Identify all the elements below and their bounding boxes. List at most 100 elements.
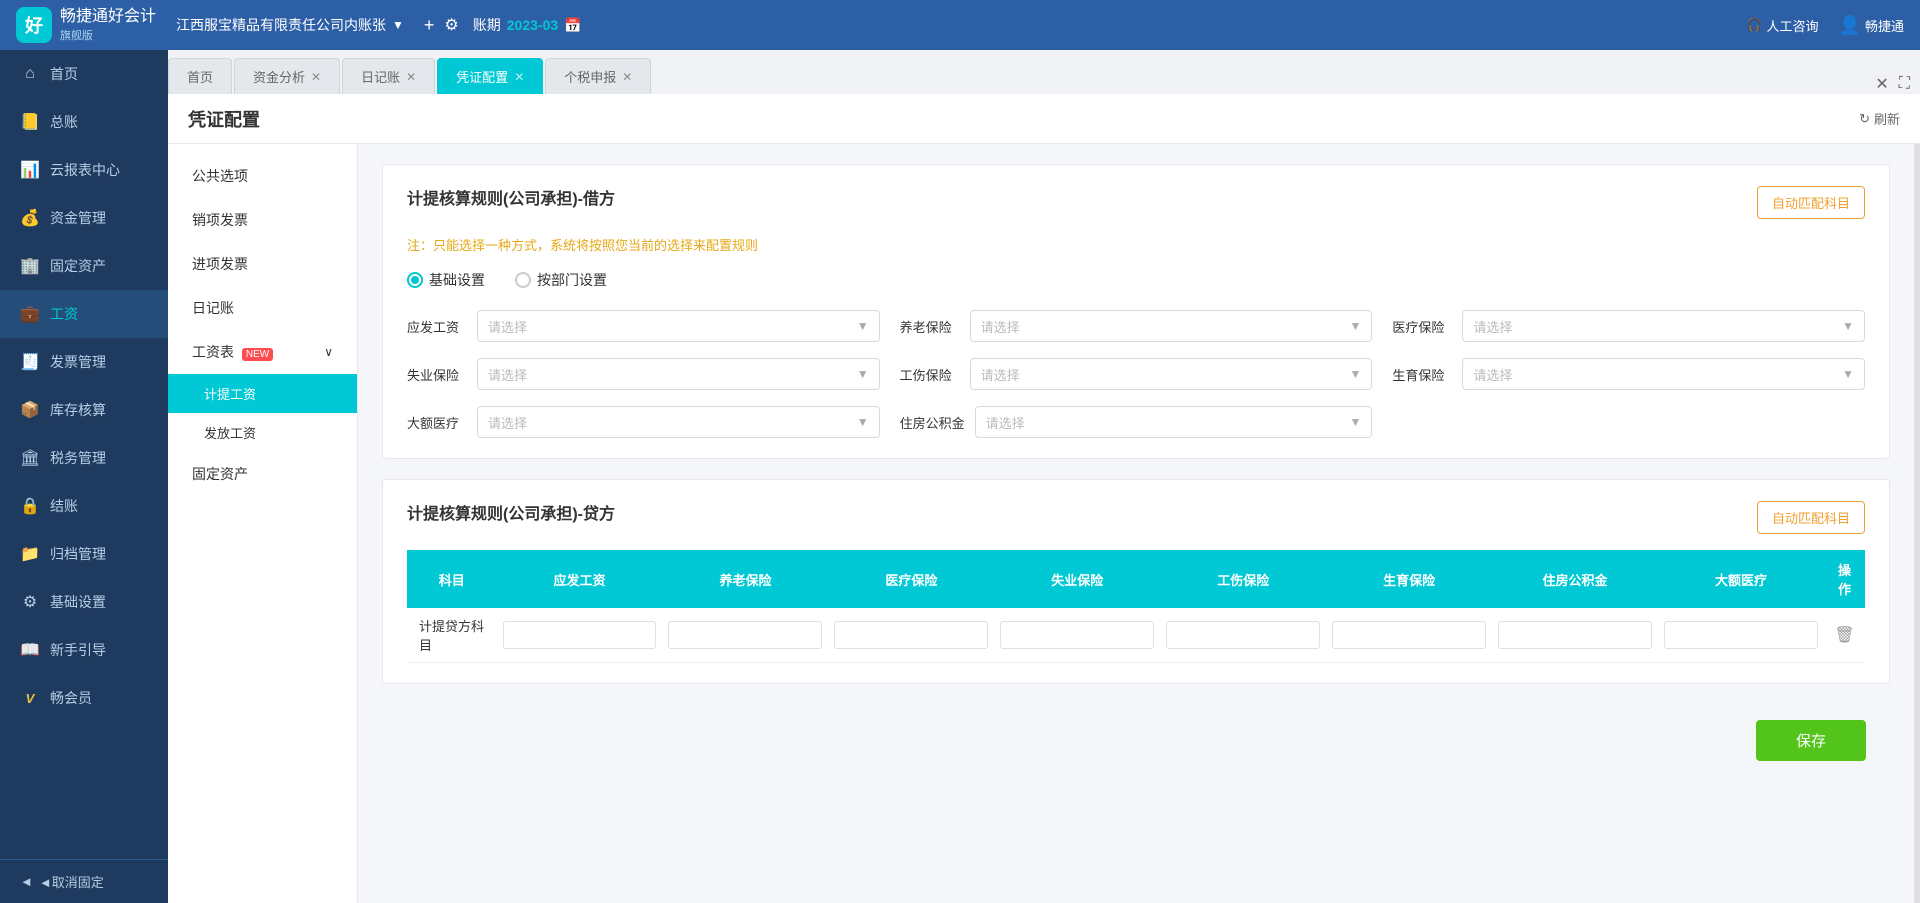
input-pension[interactable]: [668, 621, 822, 649]
scroll-indicator[interactable]: [1914, 144, 1920, 903]
left-menu-sales[interactable]: 销项发票: [168, 198, 357, 242]
input-big-medical[interactable]: [1664, 621, 1818, 649]
sidebar-item-ledger[interactable]: 📒 总账: [0, 98, 168, 146]
sidebar-item-salary[interactable]: 💼 工资: [0, 290, 168, 338]
sidebar-item-fund[interactable]: 💰 资金管理: [0, 194, 168, 242]
page-title: 凭证配置: [188, 106, 260, 132]
cell-unemployment[interactable]: [994, 608, 1160, 663]
sidebar-item-home[interactable]: ⌂ 首页: [0, 50, 168, 98]
cancel-pin-label: ◄取消固定: [39, 872, 104, 891]
tab-tax[interactable]: 个税申报 ✕: [545, 58, 651, 94]
col-big-medical: 大额医疗: [1658, 550, 1824, 608]
select-pension-placeholder: 请选择: [981, 317, 1020, 336]
label-pension: 养老保险: [900, 317, 960, 336]
sidebar-item-fixed-assets[interactable]: 🏢 固定资产: [0, 242, 168, 290]
left-menu-pay-salary[interactable]: 发放工资: [168, 413, 357, 452]
select-medical-arrow: ▼: [1842, 319, 1854, 333]
calendar-icon[interactable]: 📅: [564, 17, 581, 34]
guide-icon: 📖: [20, 640, 40, 660]
sidebar-item-guide[interactable]: 📖 新手引导: [0, 626, 168, 674]
cell-maternity[interactable]: [1326, 608, 1492, 663]
support-button[interactable]: 🎧 人工咨询: [1746, 16, 1818, 35]
cell-injury[interactable]: [1160, 608, 1326, 663]
cell-salary[interactable]: [497, 608, 663, 663]
logo: 好 畅捷通好会计 旗舰版: [16, 7, 156, 43]
cell-pension[interactable]: [662, 608, 828, 663]
input-housing[interactable]: [1498, 621, 1652, 649]
radio-basic[interactable]: 基础设置: [407, 270, 485, 290]
tab-fund-close[interactable]: ✕: [311, 70, 321, 84]
account-period: 账期 2023-03 📅: [473, 15, 582, 35]
tab-voucher-label: 凭证配置: [456, 67, 508, 86]
tab-voucher-close[interactable]: ✕: [514, 70, 524, 84]
tab-close-all-icon[interactable]: ✕: [1875, 74, 1888, 94]
user-profile[interactable]: 👤 畅捷通: [1839, 15, 1904, 36]
select-salary[interactable]: 请选择 ▼: [477, 310, 880, 342]
sidebar-item-archive[interactable]: 📁 归档管理: [0, 530, 168, 578]
radio-basic-label: 基础设置: [429, 270, 485, 290]
select-medical[interactable]: 请选择 ▼: [1462, 310, 1865, 342]
cell-operation[interactable]: 🗑: [1824, 608, 1865, 663]
tab-fund[interactable]: 资金分析 ✕: [234, 58, 340, 94]
settings-icon[interactable]: ⚙: [444, 15, 458, 35]
credit-auto-match-button[interactable]: 自动匹配科目: [1757, 501, 1865, 534]
left-menu-calc-salary[interactable]: 计提工资: [168, 374, 357, 413]
cancel-pin-button[interactable]: ◄ ◄取消固定: [0, 859, 168, 903]
input-maternity[interactable]: [1332, 621, 1486, 649]
radio-dept[interactable]: 按部门设置: [515, 270, 607, 290]
company-dropdown-icon[interactable]: ▼: [392, 18, 404, 32]
sidebar-item-tax[interactable]: 🏛 税务管理: [0, 434, 168, 482]
sidebar-item-report[interactable]: 📊 云报表中心: [0, 146, 168, 194]
left-menu-salary-table[interactable]: 工资表 NEW ∨: [168, 330, 357, 374]
select-pension[interactable]: 请选择 ▼: [970, 310, 1373, 342]
sidebar-item-label: 新手引导: [50, 640, 106, 660]
radio-dept-label: 按部门设置: [537, 270, 607, 290]
left-menu: 公共选项 销项发票 进项发票 日记账 工资表 NEW ∨ 计提工资 发放工资 固…: [168, 144, 358, 903]
ledger-icon: 📒: [20, 112, 40, 132]
debit-form-grid: 应发工资 请选择 ▼ 养老保险 请选择 ▼: [407, 310, 1865, 438]
cell-housing[interactable]: [1492, 608, 1658, 663]
add-icon[interactable]: +: [424, 15, 435, 36]
left-menu-fixed-assets-sub[interactable]: 固定资产: [168, 452, 357, 496]
tab-voucher[interactable]: 凭证配置 ✕: [437, 58, 543, 94]
tab-expand-icon[interactable]: ⛶: [1899, 75, 1910, 93]
main-layout: ⌂ 首页 📒 总账 📊 云报表中心 💰 资金管理 🏢 固定资产 💼 工资 🧾 发…: [0, 50, 1920, 903]
refresh-label: 刷新: [1874, 109, 1900, 128]
debit-auto-match-button[interactable]: 自动匹配科目: [1757, 186, 1865, 219]
select-housing-arrow: ▼: [1349, 415, 1361, 429]
close-period-icon: 🔒: [20, 496, 40, 516]
select-unemployment[interactable]: 请选择 ▼: [477, 358, 880, 390]
sidebar-item-settings[interactable]: ⚙ 基础设置: [0, 578, 168, 626]
sidebar-item-invoice[interactable]: 🧾 发票管理: [0, 338, 168, 386]
company-selector[interactable]: 江西服宝精品有限责任公司内账张 ▼: [176, 15, 404, 35]
tab-home[interactable]: 首页: [168, 58, 232, 94]
col-salary: 应发工资: [497, 550, 663, 608]
input-injury[interactable]: [1166, 621, 1320, 649]
input-unemployment[interactable]: [1000, 621, 1154, 649]
select-injury[interactable]: 请选择 ▼: [970, 358, 1373, 390]
sidebar-item-stock[interactable]: 📦 库存核算: [0, 386, 168, 434]
left-menu-purchase[interactable]: 进项发票: [168, 242, 357, 286]
cell-big-medical[interactable]: [1658, 608, 1824, 663]
label-unemployment: 失业保险: [407, 365, 467, 384]
left-menu-public[interactable]: 公共选项: [168, 154, 357, 198]
field-big-medical: 大额医疗 请选择 ▼: [407, 406, 880, 438]
sidebar-item-close[interactable]: 🔒 结账: [0, 482, 168, 530]
settings-nav-icon: ⚙: [20, 592, 40, 612]
select-big-medical[interactable]: 请选择 ▼: [477, 406, 880, 438]
select-housing[interactable]: 请选择 ▼: [975, 406, 1373, 438]
input-salary[interactable]: [503, 621, 657, 649]
refresh-button[interactable]: ↻ 刷新: [1859, 109, 1900, 128]
cell-medical[interactable]: [828, 608, 994, 663]
sidebar-item-member[interactable]: V 畅会员: [0, 674, 168, 722]
left-menu-journal[interactable]: 日记账: [168, 286, 357, 330]
tab-tax-close[interactable]: ✕: [622, 70, 632, 84]
select-maternity[interactable]: 请选择 ▼: [1462, 358, 1865, 390]
input-medical[interactable]: [834, 621, 988, 649]
tab-journal[interactable]: 日记账 ✕: [342, 58, 435, 94]
save-button[interactable]: 保存: [1756, 720, 1866, 761]
content-area: 首页 资金分析 ✕ 日记账 ✕ 凭证配置 ✕ 个税申报 ✕ ✕ ⛶: [168, 50, 1920, 903]
invoice-icon: 🧾: [20, 352, 40, 372]
tab-journal-close[interactable]: ✕: [406, 70, 416, 84]
field-housing: 住房公积金 请选择 ▼: [900, 406, 1373, 438]
